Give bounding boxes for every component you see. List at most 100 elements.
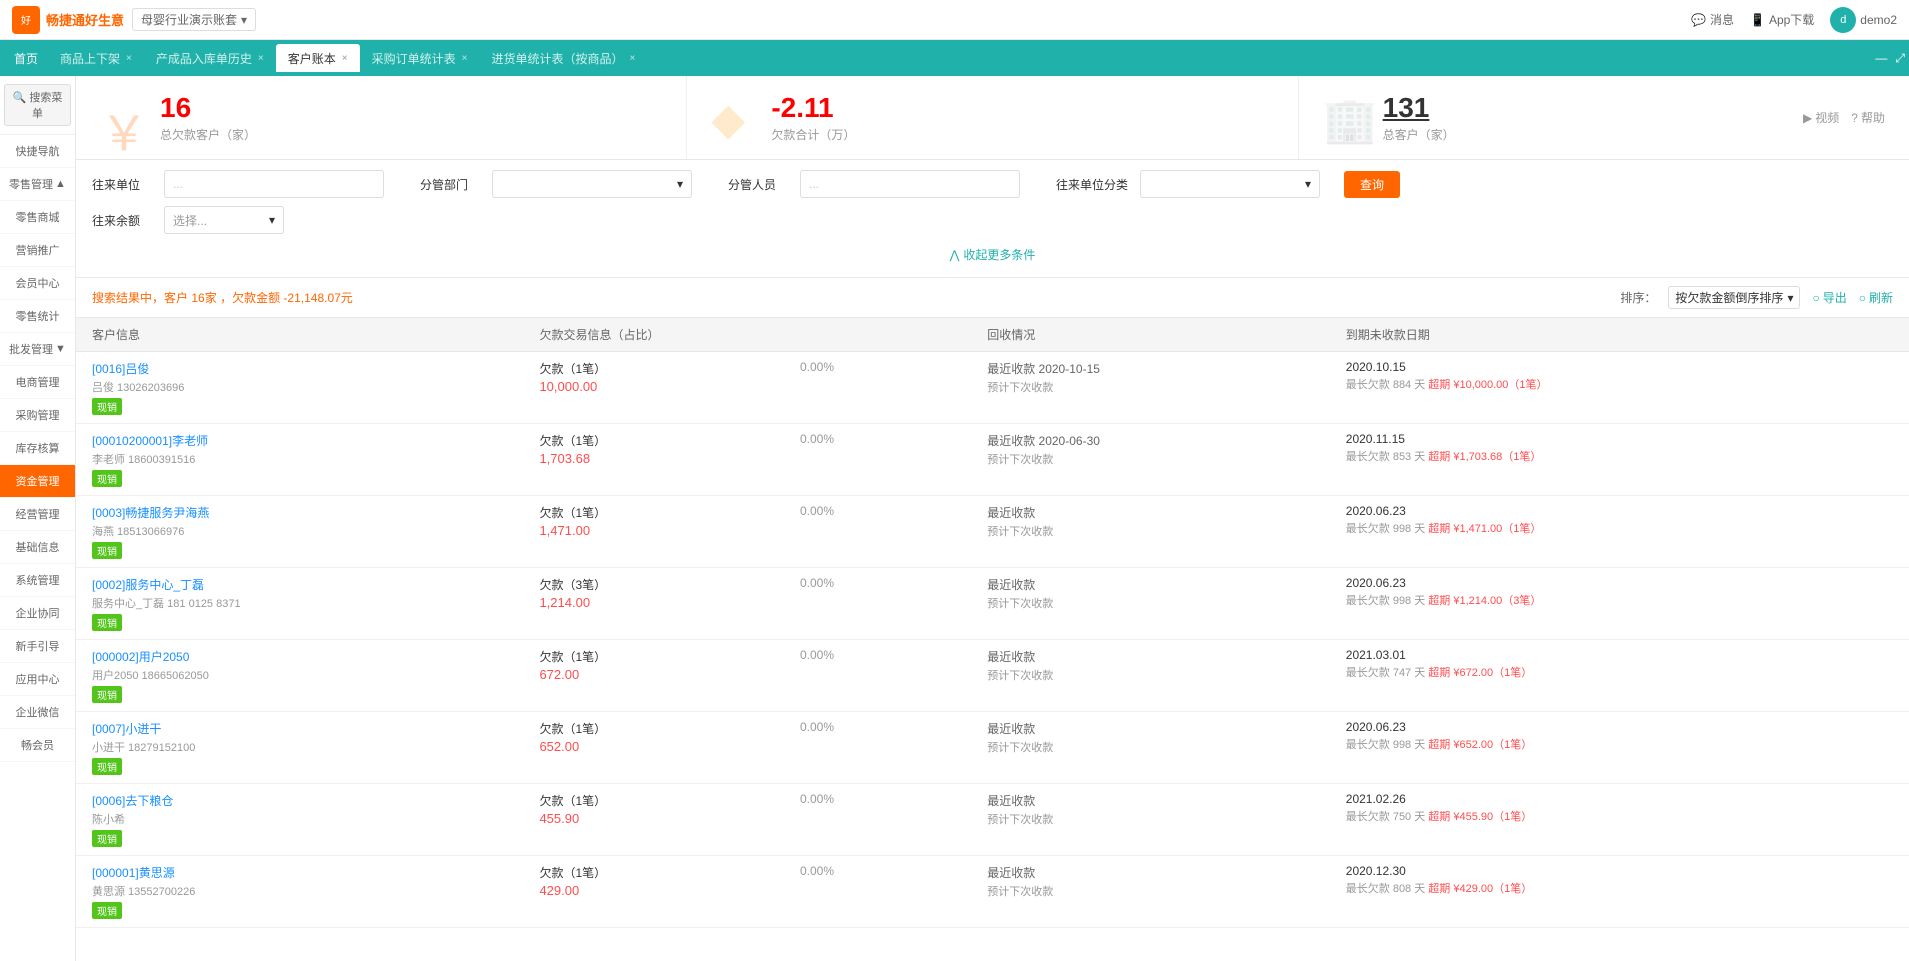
collection-cell: 最近收款 预计下次收款 <box>971 640 1330 712</box>
sidebar-item-new-guide[interactable]: 新手引导 <box>0 630 75 663</box>
logo-icon: 好 <box>12 6 40 34</box>
store-selector[interactable]: 母婴行业演示账套 ▾ <box>132 8 256 31</box>
sidebar-item-purchase-mgmt[interactable]: 采购管理 <box>0 399 75 432</box>
tab-close-icon[interactable]: × <box>462 53 468 64</box>
sidebar-item-retail-stats[interactable]: 零售统计 <box>0 300 75 333</box>
table-row: [0002]服务中心_丁磊 服务中心_丁磊 181 0125 8371 现销 欠… <box>76 568 1909 640</box>
sort-select[interactable]: 按欠款金额倒序排序 ▾ <box>1668 286 1800 309</box>
due-date-cell: 2021.02.26 最长欠款 750 天 超期 ¥455.90（1笔） <box>1330 784 1909 856</box>
sidebar-item-marketing[interactable]: 营销推广 <box>0 234 75 267</box>
debt-count-cell: 欠款（1笔） 10,000.00 <box>523 352 768 424</box>
customer-name-link[interactable]: [000001]黄思源 <box>92 864 507 881</box>
phone-icon: 📱 <box>1750 13 1765 27</box>
customer-name-link[interactable]: [0002]服务中心_丁磊 <box>92 576 507 593</box>
customer-name-link[interactable]: [0016]吕俊 <box>92 360 507 377</box>
overdue-amount[interactable]: 超期 ¥455.90（1笔） <box>1428 811 1532 823</box>
customer-tag: 现销 <box>92 686 122 703</box>
overdue-amount[interactable]: 超期 ¥672.00（1笔） <box>1428 667 1532 679</box>
collapse-button[interactable]: ⋀ 收起更多条件 <box>950 246 1036 263</box>
customer-meta: 陈小希 <box>92 811 507 827</box>
collection-cell: 最近收款 预计下次收款 <box>971 856 1330 928</box>
sidebar-item-member-center[interactable]: 会员中心 <box>0 267 75 300</box>
customer-tag: 现销 <box>92 614 122 631</box>
filters-area: 往来单位 ... 分管部门 ▾ 分管人员 ... 往来单位分类 ▾ <box>76 160 1909 278</box>
tab-close-icon[interactable]: × <box>126 53 132 64</box>
sidebar-item-inventory[interactable]: 库存核算 <box>0 432 75 465</box>
maximize-icon[interactable]: ⤢ <box>1895 51 1905 66</box>
query-button[interactable]: 查询 <box>1344 171 1400 198</box>
overdue-detail: 最长欠款 750 天 超期 ¥455.90（1笔） <box>1346 808 1893 824</box>
balance-select[interactable]: 选择... ▾ <box>164 206 284 234</box>
tab-close-icon[interactable]: × <box>342 53 348 64</box>
overdue-detail: 最长欠款 998 天 超期 ¥652.00（1笔） <box>1346 736 1893 752</box>
tab-production-history[interactable]: 产成品入库单历史 × <box>144 44 276 72</box>
debt-ratio: 0.00% <box>800 648 834 662</box>
message-btn[interactable]: 💬 消息 <box>1691 11 1734 28</box>
refresh-button[interactable]: ○ 刷新 <box>1859 289 1893 306</box>
balance-label: 往来余额 <box>92 212 152 229</box>
origin-unit-input[interactable]: ... <box>164 170 384 198</box>
sidebar-item-business-mgmt[interactable]: 经营管理 <box>0 498 75 531</box>
sidebar-item-retail-mall[interactable]: 零售商城 <box>0 201 75 234</box>
unit-class-select[interactable]: ▾ <box>1140 170 1320 198</box>
app-download-btn[interactable]: 📱 App下载 <box>1750 11 1814 28</box>
overdue-detail: 最长欠款 747 天 超期 ¥672.00（1笔） <box>1346 664 1893 680</box>
sidebar-item-system-mgmt[interactable]: 系统管理 <box>0 564 75 597</box>
tab-purchase-order[interactable]: 采购订单统计表 × <box>360 44 480 72</box>
overdue-amount[interactable]: 超期 ¥1,703.68（1笔） <box>1428 451 1541 463</box>
sidebar-item-app-center[interactable]: 应用中心 <box>0 663 75 696</box>
content-area: ￥ 16 总欠款客户（家） ◆ -2.11 欠款合计（万） 🏢 131 总客户（… <box>76 76 1909 961</box>
customer-info-cell: [00010200001]李老师 李老师 18600391516 现销 <box>76 424 523 496</box>
customer-name-link[interactable]: [0003]畅捷服务尹海燕 <box>92 504 507 521</box>
tab-close-icon[interactable]: × <box>258 53 264 64</box>
tab-inbound-stats[interactable]: 进货单统计表（按商品） × <box>479 44 647 72</box>
user-avatar[interactable]: d demo2 <box>1830 7 1897 33</box>
sidebar-item-enterprise[interactable]: 企业协同 <box>0 597 75 630</box>
export-button[interactable]: ○ 导出 <box>1812 289 1846 306</box>
customer-name-link[interactable]: [0006]去下粮仓 <box>92 792 507 809</box>
sidebar-item-retail-mgmt[interactable]: 零售管理 ▲ <box>0 168 75 201</box>
tab-products-off[interactable]: 商品上下架 × <box>48 44 144 72</box>
table-row: [0007]小迸干 小迸干 18279152100 现销 欠款（1笔） 652.… <box>76 712 1909 784</box>
debt-count-cell: 欠款（1笔） 1,703.68 <box>523 424 768 496</box>
customer-info-cell: [0007]小迸干 小迸干 18279152100 现销 <box>76 712 523 784</box>
overdue-days: 最长欠款 808 天 <box>1346 883 1429 895</box>
chevron-down-icon: ▾ <box>241 13 247 27</box>
sidebar-item-finance[interactable]: 资金管理 <box>0 465 75 498</box>
sidebar-item-corp-wechat[interactable]: 企业微信 <box>0 696 75 729</box>
next-collect: 预计下次收款 <box>987 883 1314 899</box>
video-btn[interactable]: ▶ 视频 <box>1803 109 1839 126</box>
debt-count-cell: 欠款（3笔） 1,214.00 <box>523 568 768 640</box>
search-menu-btn[interactable]: 🔍 搜索菜单 <box>4 84 71 126</box>
person-input[interactable]: ... <box>800 170 1020 198</box>
debt-amount: 672.00 <box>539 667 752 682</box>
overdue-amount[interactable]: 超期 ¥1,471.00（1笔） <box>1428 523 1541 535</box>
dept-select[interactable]: ▾ <box>492 170 692 198</box>
stat-card-actions: ▶ 视频 ? 帮助 <box>1803 109 1885 126</box>
customer-name-link[interactable]: [0007]小迸干 <box>92 720 507 737</box>
overdue-amount[interactable]: 超期 ¥429.00（1笔） <box>1428 883 1532 895</box>
customer-meta: 海燕 18513066976 <box>92 523 507 539</box>
collection-cell: 最近收款 预计下次收款 <box>971 784 1330 856</box>
due-date: 2021.03.01 <box>1346 648 1893 662</box>
help-btn[interactable]: ? 帮助 <box>1851 109 1885 126</box>
customer-name-link[interactable]: [000002]用户2050 <box>92 648 507 665</box>
tab-home[interactable]: 首页 <box>4 44 48 72</box>
minimize-icon[interactable]: — <box>1875 51 1887 65</box>
sidebar-item-ecommerce[interactable]: 电商管理 <box>0 366 75 399</box>
debt-ratio: 0.00% <box>800 864 834 878</box>
sidebar-item-basic-info[interactable]: 基础信息 <box>0 531 75 564</box>
chevron-down-icon: ▾ <box>1787 291 1793 305</box>
tab-close-icon[interactable]: × <box>629 53 635 64</box>
customer-name-link[interactable]: [00010200001]李老师 <box>92 432 507 449</box>
sidebar-item-batch-mgmt[interactable]: 批发管理 ▼ <box>0 333 75 366</box>
tab-customer-account[interactable]: 客户账本 × <box>276 44 360 72</box>
overdue-detail: 最长欠款 808 天 超期 ¥429.00（1笔） <box>1346 880 1893 896</box>
overdue-amount[interactable]: 超期 ¥1,214.00（3笔） <box>1428 595 1541 607</box>
play-icon: ▶ <box>1803 111 1812 125</box>
sidebar-item-member[interactable]: 畅会员 <box>0 729 75 762</box>
overdue-amount[interactable]: 超期 ¥10,000.00（1笔） <box>1428 379 1547 391</box>
overdue-amount[interactable]: 超期 ¥652.00（1笔） <box>1428 739 1532 751</box>
sidebar-item-quick-nav[interactable]: 快捷导航 <box>0 135 75 168</box>
next-collect: 预计下次收款 <box>987 811 1314 827</box>
